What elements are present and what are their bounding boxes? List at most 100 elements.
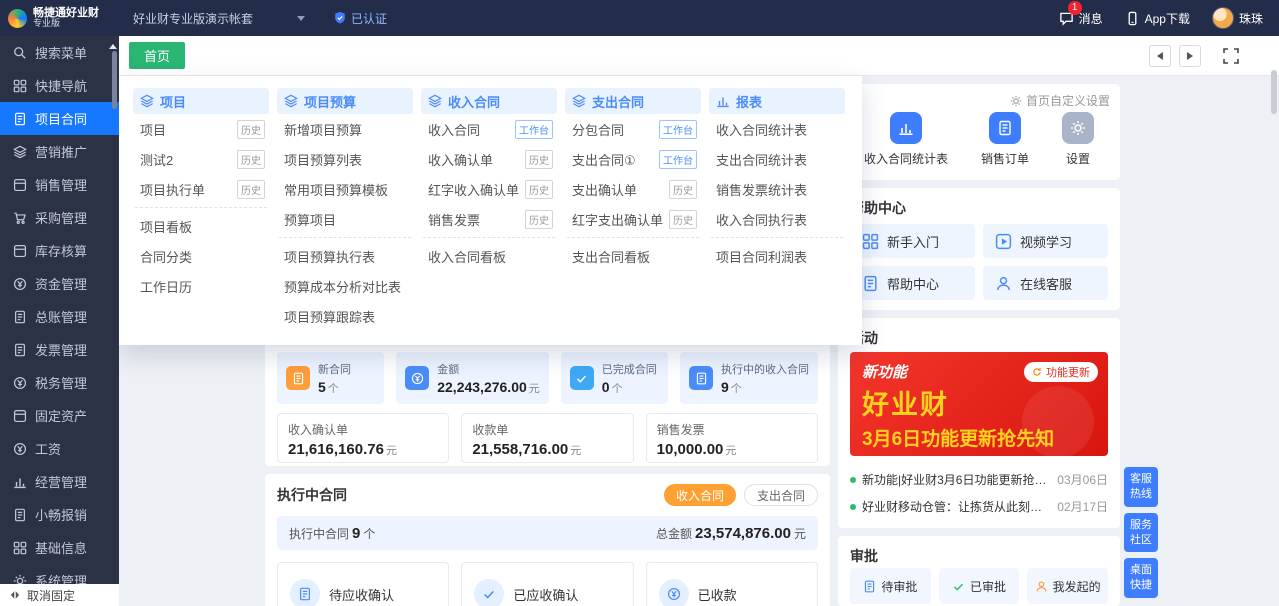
menu-item-test2[interactable]: 测试2 历史	[133, 144, 269, 174]
menu-item-contract-profit-report[interactable]: 项目合同利润表	[709, 241, 845, 271]
sidebar-item-funds[interactable]: 资金管理	[0, 267, 119, 300]
sidebar-item-tax[interactable]: 税务管理	[0, 366, 119, 399]
tab-scroll-left-button[interactable]	[1149, 44, 1171, 67]
menu-item-income-confirm[interactable]: 收入确认单 历史	[421, 144, 557, 174]
income-confirmation-card[interactable]: 收入确认单 21,616,160.76 元	[277, 413, 450, 463]
confirmed-receivable-card[interactable]: 已应收确认	[461, 562, 634, 606]
menu-item-budget-template[interactable]: 常用项目预算模板	[277, 174, 413, 204]
feature-update-button[interactable]: 功能更新	[1024, 362, 1098, 382]
menu-item-sales-invoice-report[interactable]: 销售发票统计表	[709, 174, 845, 204]
check-icon	[952, 580, 965, 593]
messages-count-badge: 1	[1067, 0, 1082, 15]
menu-item-new-budget[interactable]: 新增项目预算	[277, 114, 413, 144]
sidebar-item-general-ledger[interactable]: 总账管理	[0, 300, 119, 333]
stat-executing-income-contracts[interactable]: 执行中的收入合同 9个	[680, 352, 818, 404]
page-scrollbar[interactable]	[1271, 70, 1277, 114]
sidebar-item-sales[interactable]: 销售管理	[0, 168, 119, 201]
promo-banner[interactable]: 新功能 功能更新 好业财 3月6日功能更新抢先知	[850, 352, 1108, 456]
service-hotline-button[interactable]: 客服热线	[1124, 467, 1158, 507]
user-menu[interactable]: 珠珠	[1211, 7, 1263, 29]
document-icon	[997, 120, 1013, 136]
quick-entry-income-contract-report[interactable]: 收入合同统计表	[864, 112, 948, 167]
menu-item-project[interactable]: 项目 历史	[133, 114, 269, 144]
menu-item-expense-contract[interactable]: 支出合同① 工作台	[565, 144, 701, 174]
pending-receivable-card[interactable]: 待应收确认	[277, 562, 450, 606]
income-contract-toggle[interactable]: 收入合同	[663, 484, 736, 506]
sidebar-item-basic-info[interactable]: 基础信息	[0, 531, 119, 564]
menu-item-budget-tracking[interactable]: 项目预算跟踪表	[277, 301, 413, 331]
menu-item-subcontract[interactable]: 分包合同 工作台	[565, 114, 701, 144]
sidebar-item-expense[interactable]: 小畅报销	[0, 498, 119, 531]
app-download-button[interactable]: App下载	[1125, 10, 1190, 27]
receipt-card[interactable]: 收款单 21,558,716.00 元	[461, 413, 634, 463]
help-getting-started[interactable]: 新手入门	[850, 224, 975, 258]
sidebar-item-payroll[interactable]: 工资	[0, 432, 119, 465]
news-item[interactable]: 新功能|好业财3月6日功能更新抢先知 03月06日	[850, 466, 1108, 493]
menu-item-work-calendar[interactable]: 工作日历	[133, 271, 269, 301]
total-label: 总金额	[656, 526, 693, 541]
document-icon	[862, 275, 879, 292]
sidebar-item-inventory[interactable]: 库存核算	[0, 234, 119, 267]
menu-item-project-board[interactable]: 项目看板	[133, 211, 269, 241]
sidebar-scroll-up-icon[interactable]	[109, 40, 117, 49]
approval-tab-initiated[interactable]: 我发起的	[1027, 568, 1109, 604]
menu-item-red-expense-confirm[interactable]: 红字支出确认单 历史	[565, 204, 701, 234]
sidebar-item-fixed-assets[interactable]: 固定资产	[0, 399, 119, 432]
card-unit: 元	[725, 445, 737, 457]
service-community-button[interactable]: 服务社区	[1124, 512, 1158, 553]
stat-completed-contracts[interactable]: 已完成合同 0个	[560, 352, 668, 404]
tab-home[interactable]: 首页	[129, 42, 186, 69]
menu-item-sales-invoice[interactable]: 销售发票 历史	[421, 204, 557, 234]
menu-item-red-income-confirm[interactable]: 红字收入确认单 历史	[421, 174, 557, 204]
sidebar-item-label: 销售管理	[35, 178, 88, 193]
help-center-panel: 帮助中心 新手入门 视频学习 帮助中心 在线客服	[838, 188, 1120, 310]
account-set-dropdown[interactable]: 好业财专业版演示帐套	[123, 10, 315, 27]
menu-item-income-execution-report[interactable]: 收入合同执行表	[709, 204, 845, 234]
menu-item-expense-contract-report[interactable]: 支出合同统计表	[709, 144, 845, 174]
stat-new-contracts[interactable]: 新合同 5个	[277, 352, 385, 404]
sidebar-item-invoice[interactable]: 发票管理	[0, 333, 119, 366]
sidebar-item-project-contract[interactable]: 项目合同	[0, 102, 119, 135]
sidebar-item-label: 基础信息	[35, 541, 88, 556]
expense-contract-toggle[interactable]: 支出合同	[743, 484, 818, 506]
fullscreen-button[interactable]	[1223, 48, 1239, 64]
mega-col-title: 项目预算	[304, 94, 357, 110]
sidebar-item-label: 搜索菜单	[35, 46, 88, 61]
sidebar-scrollbar[interactable]	[112, 51, 117, 109]
menu-item-project-execution[interactable]: 项目执行单 历史	[133, 174, 269, 204]
help-online-service[interactable]: 在线客服	[983, 266, 1108, 300]
received-payment-card[interactable]: 已收款	[645, 562, 818, 606]
home-customize-button[interactable]: 首页自定义设置	[1010, 92, 1110, 109]
quick-entry-sales-order[interactable]: 销售订单	[981, 112, 1029, 167]
menu-item-income-contract[interactable]: 收入合同 工作台	[421, 114, 557, 144]
unpin-sidebar-button[interactable]: 取消固定	[0, 584, 119, 606]
menu-item-budget-list[interactable]: 项目预算列表	[277, 144, 413, 174]
feature-update-label: 功能更新	[1046, 367, 1090, 379]
help-video-learning[interactable]: 视频学习	[983, 224, 1108, 258]
sidebar-item-marketing[interactable]: 营销推广	[0, 135, 119, 168]
menu-item-income-contract-board[interactable]: 收入合同看板	[421, 241, 557, 271]
sidebar-item-purchase[interactable]: 采购管理	[0, 201, 119, 234]
news-item[interactable]: 好业财移动仓管：让拣货从此刻轻松 02月17日	[850, 493, 1108, 520]
menu-item-budget-cost-compare[interactable]: 预算成本分析对比表	[277, 271, 413, 301]
menu-item-expense-contract-board[interactable]: 支出合同看板	[565, 241, 701, 271]
menu-item-contract-category[interactable]: 合同分类	[133, 241, 269, 271]
desktop-shortcut-button[interactable]: 桌面快捷	[1124, 558, 1158, 599]
messages-button[interactable]: 消息 1	[1059, 0, 1103, 27]
sales-invoice-card[interactable]: 销售发票 10,000.00 元	[645, 413, 818, 463]
menu-item-income-contract-report[interactable]: 收入合同统计表	[709, 114, 845, 144]
approval-tab-approved[interactable]: 已审批	[938, 568, 1020, 604]
help-help-center[interactable]: 帮助中心	[850, 266, 975, 300]
sidebar-item-quick-nav[interactable]: 快捷导航	[0, 69, 119, 102]
quick-entry-settings[interactable]: 设置	[1062, 112, 1094, 167]
stat-amount[interactable]: 金额 22,243,276.00 元	[396, 352, 549, 404]
activity-panel: 活动 新功能 功能更新 好业财 3月6日功能更新抢先知 新功能|好业财3月6日功…	[838, 318, 1120, 528]
approval-tab-pending[interactable]: 待审批	[850, 568, 931, 604]
tab-scroll-right-button[interactable]	[1179, 44, 1201, 67]
menu-item-expense-confirm[interactable]: 支出确认单 历史	[565, 174, 701, 204]
sidebar-item-operations[interactable]: 经营管理	[0, 465, 119, 498]
menu-item-budget-project[interactable]: 预算项目	[277, 204, 413, 234]
sidebar-item-search[interactable]: 搜索菜单	[0, 36, 119, 69]
play-icon	[995, 233, 1012, 250]
menu-item-budget-execution-report[interactable]: 项目预算执行表	[277, 241, 413, 271]
